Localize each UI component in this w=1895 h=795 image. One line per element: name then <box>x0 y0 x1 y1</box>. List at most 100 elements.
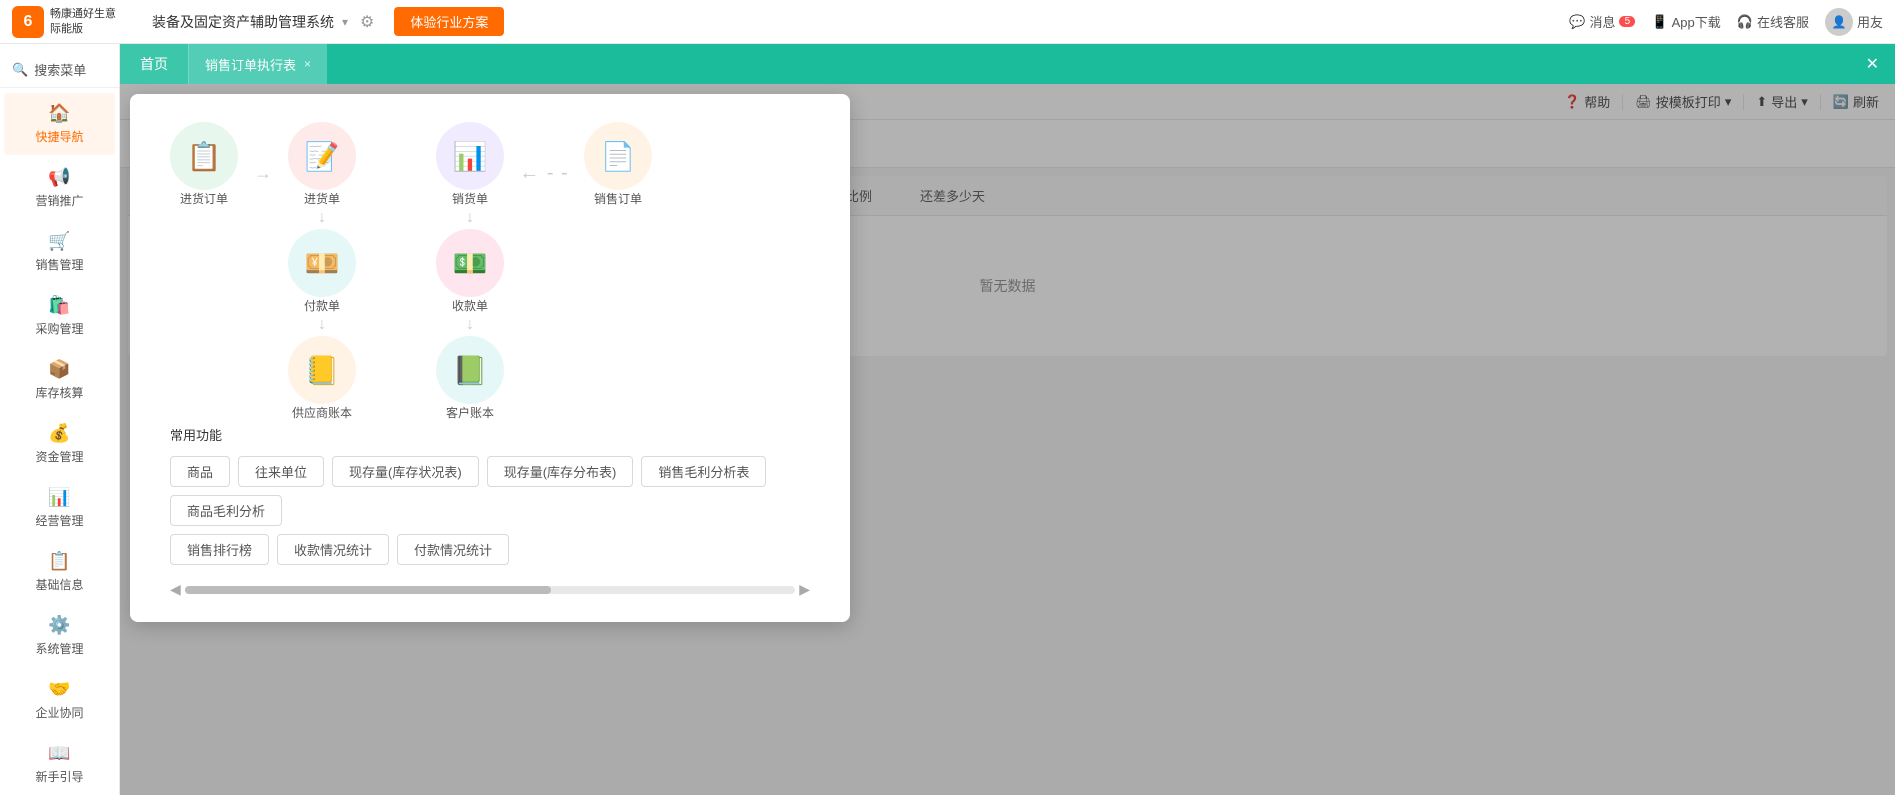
func-btn-product[interactable]: 商品 <box>170 456 230 487</box>
func-btn-sales-gross[interactable]: 销售毛利分析表 <box>641 456 766 487</box>
tab-bar-close-btn[interactable]: ✕ <box>1850 44 1895 84</box>
func-btn-product-gross[interactable]: 商品毛利分析 <box>170 495 282 526</box>
sidebar-item-purchase[interactable]: 🛍️ 采购管理 <box>4 285 115 347</box>
scroll-left-icon[interactable]: ◀ <box>170 581 181 598</box>
down-arrow-receipt: ↓ <box>436 207 504 229</box>
logo-icon: 6 <box>12 6 44 38</box>
flow-row2: ↓ ↓ <box>170 207 810 229</box>
operation-icon: 📊 <box>48 487 70 508</box>
purchase-bill-icon[interactable]: 📝 <box>288 122 356 190</box>
purchase-order-node: 📋 进货订单 <box>170 122 238 207</box>
modal-overlay: 📋 进货订单 → 📝 进货单 <box>120 84 1895 795</box>
dropdown-icon[interactable]: ▾ <box>342 15 348 29</box>
system-icon: ⚙️ <box>48 615 70 636</box>
sidebar: 🔍 搜索菜单 🏠 快捷导航 📢 营销推广 🛒 销售管理 🛍️ 采购管理 📦 库存… <box>0 44 120 795</box>
system-title: 装备及固定资产辅助管理系统 <box>152 12 334 32</box>
tab-sales-order-execution[interactable]: 销售订单执行表 × <box>188 44 327 84</box>
app-download-btn[interactable]: 📱 App下载 <box>1651 12 1720 31</box>
func-buttons-row2: 销售排行榜 收款情况统计 付款情况统计 <box>170 534 810 565</box>
purchase-order-icon[interactable]: 📋 <box>170 122 238 190</box>
customer-ledger-node: 📗 客户账本 <box>436 336 504 421</box>
user-area[interactable]: 👤 用友 <box>1825 8 1883 36</box>
sidebar-item-inventory[interactable]: 📦 库存核算 <box>4 349 115 411</box>
message-icon: 💬 <box>1569 14 1585 30</box>
arrow-purchase: → <box>238 145 288 184</box>
app-icon: 📱 <box>1651 14 1667 30</box>
flow-row1: 📋 进货订单 → 📝 进货单 <box>170 122 810 207</box>
common-title: 常用功能 <box>170 425 810 444</box>
sidebar-item-system[interactable]: ⚙️ 系统管理 <box>4 605 115 667</box>
supplier-ledger-icon[interactable]: 📒 <box>288 336 356 404</box>
supplier-ledger-label: 供应商账本 <box>292 404 352 421</box>
purchase-order-label: 进货订单 <box>180 190 228 207</box>
system-title-area: 装备及固定资产辅助管理系统 ▾ ⚙ 体验行业方案 <box>132 7 1569 36</box>
payment-bill-icon[interactable]: 💴 <box>288 229 356 297</box>
payment-bill-node: 💴 付款单 <box>288 229 356 314</box>
scroll-track[interactable] <box>185 586 795 594</box>
scroll-thumb <box>185 586 551 594</box>
customer-ledger-label: 客户账本 <box>446 404 494 421</box>
func-btn-partner[interactable]: 往来单位 <box>238 456 324 487</box>
flow-row4: ↓ ↓ <box>170 314 810 336</box>
tab-bar: 首页 销售订单执行表 × ✕ <box>120 44 1895 84</box>
func-btn-payment-stats[interactable]: 付款情况统计 <box>397 534 509 565</box>
inventory-icon: 📦 <box>48 359 70 380</box>
message-btn[interactable]: 💬 消息 5 <box>1569 12 1635 31</box>
sidebar-item-enterprise[interactable]: 🤝 企业协同 <box>4 669 115 731</box>
gear-icon[interactable]: ⚙ <box>360 12 374 32</box>
scroll-right-icon[interactable]: ▶ <box>799 581 810 598</box>
logo-area: 6 畅康通好生意 际能版 <box>12 6 132 38</box>
scroll-area: ◀ ▶ <box>170 581 810 598</box>
quick-nav-icon: 🏠 <box>48 103 70 124</box>
dashed-arrow: ← - - <box>504 144 584 185</box>
sidebar-item-sales[interactable]: 🛒 销售管理 <box>4 221 115 283</box>
search-menu[interactable]: 🔍 搜索菜单 <box>0 52 119 88</box>
marketing-icon: 📢 <box>48 167 70 188</box>
sidebar-item-newbie[interactable]: 📖 新手引导 <box>4 733 115 795</box>
sales-bill-label: 销货单 <box>452 190 488 207</box>
search-icon: 🔍 <box>12 62 28 78</box>
try-button[interactable]: 体验行业方案 <box>394 7 504 36</box>
payment-bill-label: 付款单 <box>304 297 340 314</box>
tab-close-icon[interactable]: × <box>304 57 311 71</box>
func-btn-inventory-status[interactable]: 现存量(库存状况表) <box>332 456 479 487</box>
flow-diagram: 📋 进货订单 → 📝 进货单 <box>170 122 810 421</box>
sales-order-icon[interactable]: 📄 <box>584 122 652 190</box>
sales-icon: 🛒 <box>48 231 70 252</box>
top-bar: 6 畅康通好生意 际能版 装备及固定资产辅助管理系统 ▾ ⚙ 体验行业方案 💬 … <box>0 0 1895 44</box>
sales-bill-node: 📊 销货单 <box>436 122 504 207</box>
sidebar-item-marketing[interactable]: 📢 营销推广 <box>4 157 115 219</box>
main-layout: 🔍 搜索菜单 🏠 快捷导航 📢 营销推广 🛒 销售管理 🛍️ 采购管理 📦 库存… <box>0 44 1895 795</box>
basic-icon: 📋 <box>48 551 70 572</box>
supplier-ledger-node: 📒 供应商账本 <box>288 336 356 421</box>
receipt-bill-icon[interactable]: 💵 <box>436 229 504 297</box>
sales-order-node: 📄 销售订单 <box>584 122 652 207</box>
receipt-bill-label: 收款单 <box>452 297 488 314</box>
sidebar-item-quick-nav[interactable]: 🏠 快捷导航 <box>4 93 115 155</box>
flow-modal: 📋 进货订单 → 📝 进货单 <box>130 94 850 622</box>
newbie-icon: 📖 <box>48 743 70 764</box>
page-content: ❓ 帮助 🖨 按模板打印 ▾ ⬆ 导出 ▾ 🔄 刷新 <box>120 84 1895 795</box>
logo-text: 畅康通好生意 际能版 <box>50 7 116 36</box>
down-arrow-payment: ↓ <box>288 207 356 229</box>
enterprise-icon: 🤝 <box>48 679 70 700</box>
func-btn-receipt-stats[interactable]: 收款情况统计 <box>277 534 389 565</box>
top-right: 💬 消息 5 📱 App下载 🎧 在线客服 👤 用友 <box>1569 8 1883 36</box>
content-area: 首页 销售订单执行表 × ✕ ❓ 帮助 🖨 按模板打印 ▾ <box>120 44 1895 795</box>
online-service-btn[interactable]: 🎧 在线客服 <box>1737 12 1809 31</box>
sales-bill-icon[interactable]: 📊 <box>436 122 504 190</box>
flow-row5: 📒 供应商账本 📗 客户账本 <box>170 336 810 421</box>
flow-row3: 💴 付款单 💵 收款单 <box>170 229 810 314</box>
sidebar-item-operation[interactable]: 📊 经营管理 <box>4 477 115 539</box>
tab-home[interactable]: 首页 <box>120 44 188 84</box>
message-badge: 5 <box>1619 16 1635 27</box>
avatar: 👤 <box>1825 8 1853 36</box>
sidebar-item-finance[interactable]: 💰 资金管理 <box>4 413 115 475</box>
sidebar-item-basic[interactable]: 📋 基础信息 <box>4 541 115 603</box>
func-btn-sales-ranking[interactable]: 销售排行榜 <box>170 534 269 565</box>
customer-ledger-icon[interactable]: 📗 <box>436 336 504 404</box>
func-btn-inventory-dist[interactable]: 现存量(库存分布表) <box>487 456 634 487</box>
receipt-bill-node: 💵 收款单 <box>436 229 504 314</box>
finance-icon: 💰 <box>48 423 70 444</box>
sales-order-label: 销售订单 <box>594 190 642 207</box>
